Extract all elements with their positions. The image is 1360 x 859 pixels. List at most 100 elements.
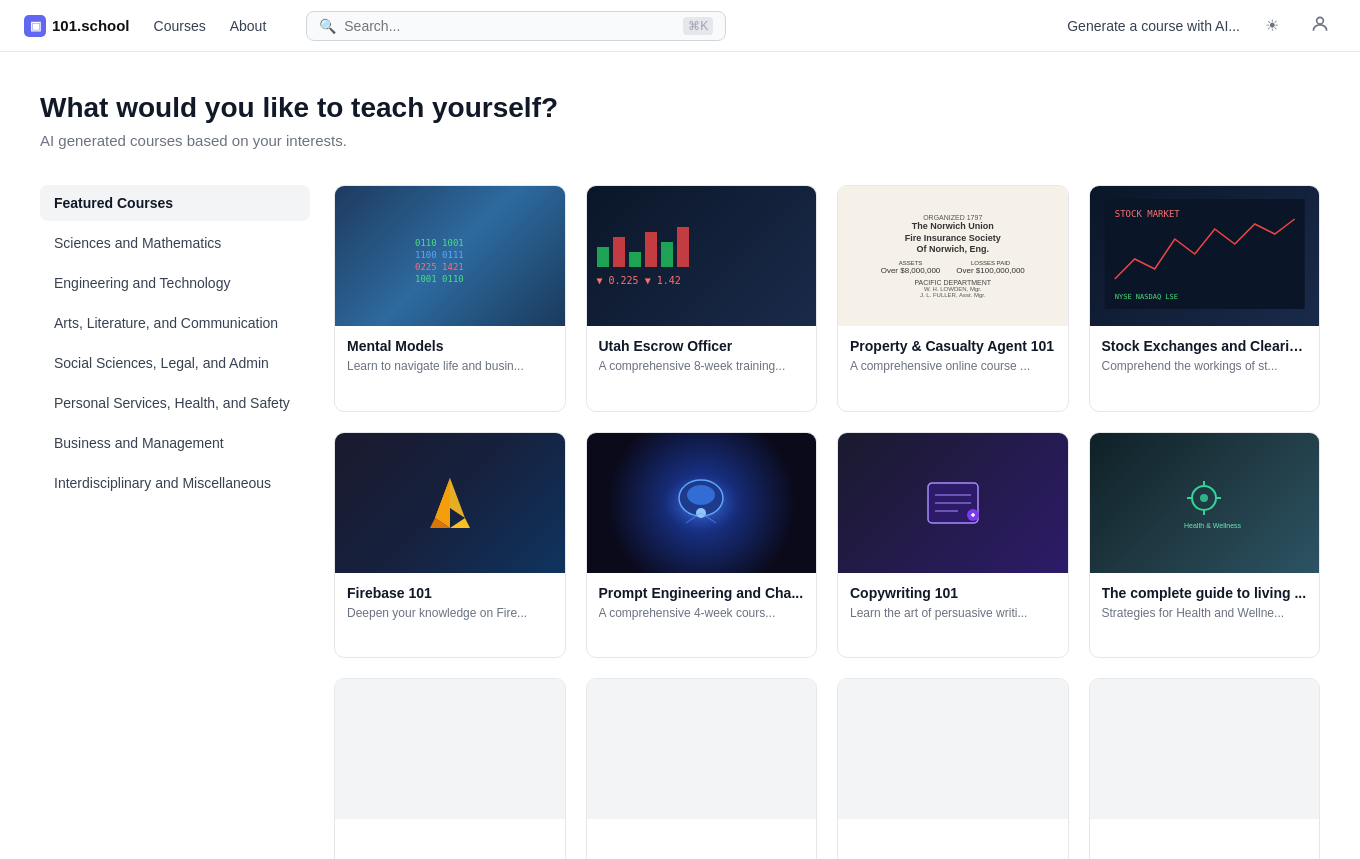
generate-ai-button[interactable]: Generate a course with AI... [1067,18,1240,34]
course-card-prompt-engineering[interactable]: Prompt Engineering and Cha... A comprehe… [586,432,818,659]
course-card-stock-exchanges[interactable]: STOCK MARKET NYSE NASDAQ LSE Stock Excha… [1089,185,1321,412]
course-image-living: Health & Wellness [1090,433,1320,573]
course-title: Firebase 101 [347,585,553,601]
course-card-placeholder-2[interactable] [586,678,818,859]
stock-ticker: ▼ 0.225 ▼ 1.42 [587,217,817,296]
course-card-placeholder-3[interactable] [837,678,1069,859]
sidebar-spacer [40,505,310,859]
course-card-body: Property & Casualty Agent 101 A comprehe… [838,326,1068,387]
hero-title: What would you like to teach yourself? [40,92,1320,124]
nav-about-link[interactable]: About [230,18,267,34]
sidebar: Featured Courses Sciences and Mathematic… [40,185,310,859]
course-card-firebase[interactable]: Firebase 101 Deepen your knowledge on Fi… [334,432,566,659]
svg-point-0 [1317,17,1324,24]
course-card-utah-escrow[interactable]: ▼ 0.225 ▼ 1.42 Utah Escrow Officer A com… [586,185,818,412]
course-desc-placeholder-3 [850,851,1056,859]
course-card-body-placeholder-1 [335,819,565,859]
course-title-placeholder-2 [599,831,805,847]
sidebar-item-engineering[interactable]: Engineering and Technology [40,265,310,301]
sidebar-item-sciences[interactable]: Sciences and Mathematics [40,225,310,261]
course-card-mental-models[interactable]: 0110 1001 1100 0111 0225 1421 1001 0110 … [334,185,566,412]
course-image-placeholder-2 [587,679,817,819]
course-card-body: Prompt Engineering and Cha... A comprehe… [587,573,817,634]
course-image-placeholder-3 [838,679,1068,819]
course-title: Utah Escrow Officer [599,338,805,354]
course-description: Comprehend the workings of st... [1102,358,1308,375]
sidebar-item-arts[interactable]: Arts, Literature, and Communication [40,305,310,341]
search-bar[interactable]: 🔍 ⌘K [306,11,726,41]
course-card-body: Mental Models Learn to navigate life and… [335,326,565,387]
course-image-mental-models: 0110 1001 1100 0111 0225 1421 1001 0110 [335,186,565,326]
search-shortcut: ⌘K [683,17,713,35]
course-card-body-placeholder-4 [1090,819,1320,859]
stock-chart-visual: STOCK MARKET NYSE NASDAQ LSE [1090,189,1320,323]
course-card-living-guide[interactable]: Health & Wellness The complete guide to … [1089,432,1321,659]
course-image-placeholder-1 [335,679,565,819]
norwich-document: ORGANIZED 1797 The Norwich UnionFire Ins… [873,206,1033,306]
course-card-body: Firebase 101 Deepen your knowledge on Fi… [335,573,565,634]
svg-text:Health & Wellness: Health & Wellness [1184,522,1242,529]
course-card-placeholder-4[interactable] [1089,678,1321,859]
course-desc-placeholder-2 [599,851,805,859]
svg-marker-11 [450,518,470,528]
svg-text:NYSE  NASDAQ  LSE: NYSE NASDAQ LSE [1114,293,1177,301]
search-icon: 🔍 [319,18,336,34]
course-title-placeholder-4 [1102,831,1308,847]
navigation: ▣ 101.school Courses About 🔍 ⌘K Generate… [0,0,1360,52]
svg-text:0225 1421: 0225 1421 [415,262,464,272]
course-description: A comprehensive 4-week cours... [599,605,805,622]
course-card-body: The complete guide to living ... Strateg… [1090,573,1320,634]
sidebar-item-personal[interactable]: Personal Services, Health, and Safety [40,385,310,421]
sidebar-item-featured[interactable]: Featured Courses [40,185,310,221]
course-card-copywriting[interactable]: Copywriting 101 Learn the art of persuas… [837,432,1069,659]
course-description: A comprehensive 8-week training... [599,358,805,375]
nav-right-actions: Generate a course with AI... ☀ [1067,10,1336,42]
user-icon [1310,14,1330,38]
course-image-prompt-eng [587,433,817,573]
brand-logo[interactable]: ▣ 101.school [24,15,130,37]
course-card-body: Stock Exchanges and Clearin... Comprehen… [1090,326,1320,387]
course-title: Stock Exchanges and Clearin... [1102,338,1308,354]
course-card-body-placeholder-3 [838,819,1068,859]
hero-section: What would you like to teach yourself? A… [0,52,1360,169]
main-layout: Featured Courses Sciences and Mathematic… [0,169,1360,859]
course-card-body: Utah Escrow Officer A comprehensive 8-we… [587,326,817,387]
hero-subtitle: AI generated courses based on your inter… [40,132,1320,149]
sidebar-item-social[interactable]: Social Sciences, Legal, and Admin [40,345,310,381]
course-image-copywriting [838,433,1068,573]
course-card-body: Copywriting 101 Learn the art of persuas… [838,573,1068,634]
course-image-norwich: ORGANIZED 1797 The Norwich UnionFire Ins… [838,186,1068,326]
course-image-firebase [335,433,565,573]
brand-name: 101.school [52,17,130,34]
sidebar-item-interdisciplinary[interactable]: Interdisciplinary and Miscellaneous [40,465,310,501]
course-title-placeholder-3 [850,831,1056,847]
course-grid: 0110 1001 1100 0111 0225 1421 1001 0110 … [334,185,1320,859]
course-image-placeholder-4 [1090,679,1320,819]
course-description: A comprehensive online course ... [850,358,1056,375]
nav-courses-link[interactable]: Courses [154,18,206,34]
course-description: Learn to navigate life and busin... [347,358,553,375]
course-image-stock-exchanges: STOCK MARKET NYSE NASDAQ LSE [1090,186,1320,326]
course-title: Prompt Engineering and Cha... [599,585,805,601]
course-card-placeholder-1[interactable] [334,678,566,859]
svg-text:0110 1001: 0110 1001 [415,238,464,248]
course-desc-placeholder-1 [347,851,553,859]
svg-point-14 [687,485,715,505]
course-title: The complete guide to living ... [1102,585,1308,601]
svg-point-30 [1200,494,1208,502]
course-image-utah-escrow: ▼ 0.225 ▼ 1.42 [587,186,817,326]
course-card-property-casualty[interactable]: ORGANIZED 1797 The Norwich UnionFire Ins… [837,185,1069,412]
svg-text:STOCK MARKET: STOCK MARKET [1114,209,1180,219]
theme-icon: ☀ [1265,16,1279,35]
course-description: Deepen your knowledge on Fire... [347,605,553,622]
svg-text:1100 0111: 1100 0111 [415,250,464,260]
course-card-body-placeholder-2 [587,819,817,859]
user-profile-button[interactable] [1304,10,1336,42]
brand-icon: ▣ [24,15,46,37]
course-title: Mental Models [347,338,553,354]
theme-toggle-button[interactable]: ☀ [1256,10,1288,42]
sidebar-item-business[interactable]: Business and Management [40,425,310,461]
svg-text:1001 0110: 1001 0110 [415,274,464,284]
course-desc-placeholder-4 [1102,851,1308,859]
search-input[interactable] [344,18,675,34]
